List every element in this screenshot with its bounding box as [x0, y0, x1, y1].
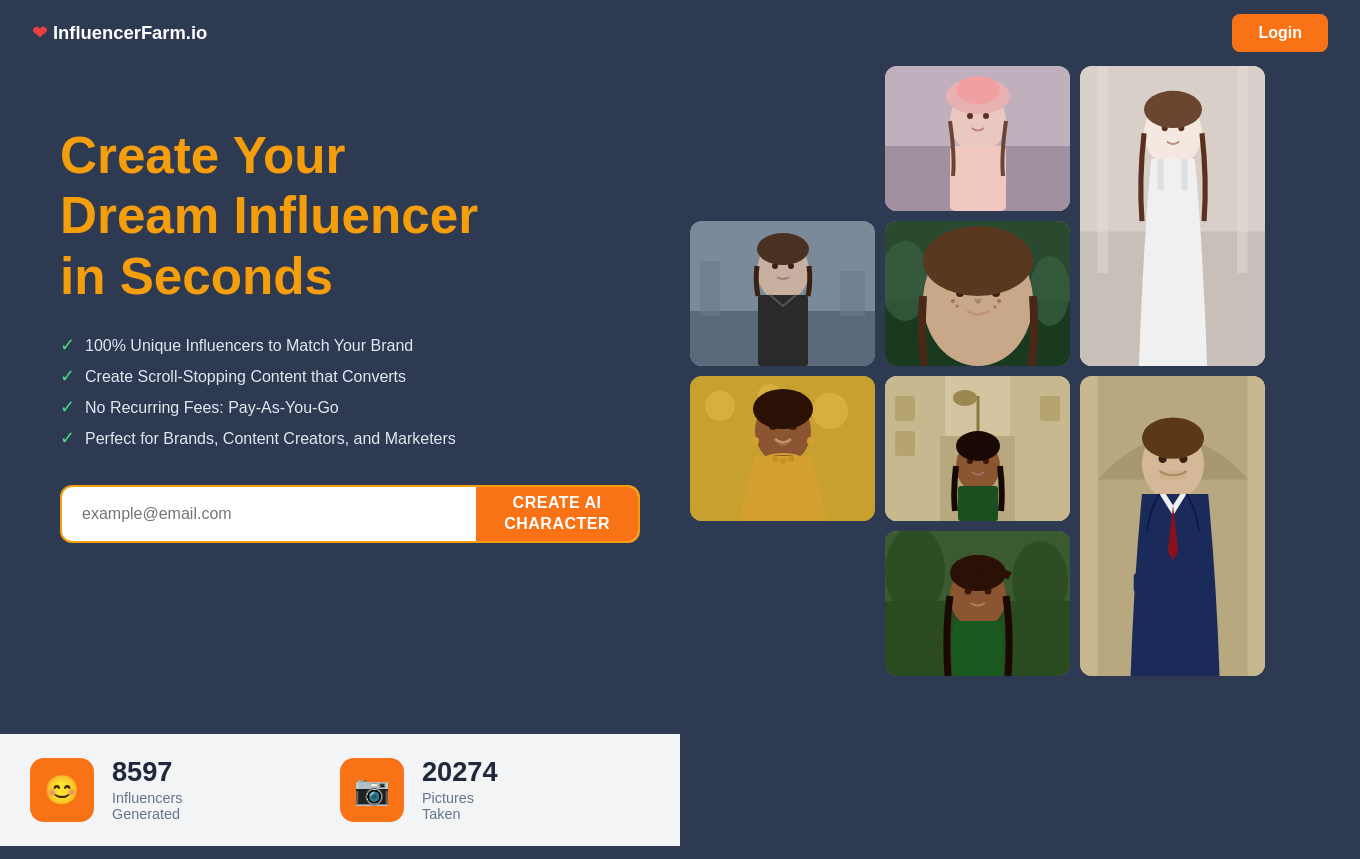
svg-rect-75	[1134, 573, 1150, 594]
svg-point-6	[967, 113, 973, 119]
camera-icon: 📷	[354, 773, 390, 807]
svg-point-5	[956, 76, 1000, 104]
photo-6	[885, 376, 1070, 521]
create-ai-button[interactable]: CREATE AICHARACTER	[476, 487, 638, 541]
stat-influencers-text: 8597 Influencers Generated	[112, 758, 182, 821]
email-form: CREATE AICHARACTER	[60, 485, 640, 543]
brand-logo: ❤ InfluencerFarm.io	[32, 22, 207, 44]
svg-point-37	[994, 306, 997, 309]
feature-text-4: Perfect for Brands, Content Creators, an…	[85, 430, 456, 448]
pictures-label: Pictures Taken	[422, 790, 498, 822]
pictures-icon-wrap: 📷	[340, 758, 404, 822]
svg-rect-61	[895, 431, 915, 456]
svg-point-43	[812, 393, 848, 429]
main-content: Create Your Dream Influencer in Seconds …	[0, 66, 1360, 846]
brand-name: InfluencerFarm.io	[53, 22, 207, 44]
smiley-icon: 😊	[44, 773, 80, 807]
photo-7	[1080, 376, 1265, 676]
hero-section: Create Your Dream Influencer in Seconds …	[0, 66, 680, 846]
svg-rect-73	[1160, 471, 1187, 479]
feature-text-3: No Recurring Fees: Pay-As-You-Go	[85, 399, 339, 417]
navbar: ❤ InfluencerFarm.io Login	[0, 0, 1360, 66]
svg-point-51	[753, 389, 813, 429]
svg-point-48	[788, 456, 794, 462]
svg-point-80	[1012, 541, 1068, 621]
stat-card-pictures: 📷 20274 Pictures Taken	[340, 758, 650, 822]
check-icon-1: ✓	[60, 335, 75, 356]
svg-rect-82	[953, 621, 1003, 676]
svg-point-35	[956, 305, 959, 308]
svg-point-67	[956, 431, 1000, 461]
photo-5	[690, 376, 875, 521]
svg-point-26	[1144, 91, 1202, 128]
svg-rect-11	[840, 271, 865, 316]
photo-1	[885, 66, 1070, 211]
svg-point-47	[780, 458, 786, 464]
svg-point-53	[807, 437, 815, 445]
photo-4	[885, 221, 1070, 366]
feature-text-1: 100% Unique Influencers to Match Your Br…	[85, 337, 413, 355]
hero-title: Create Your Dream Influencer in Seconds	[60, 126, 640, 307]
svg-point-7	[983, 113, 989, 119]
photo-3	[1080, 66, 1265, 366]
influencers-icon-wrap: 😊	[30, 758, 94, 822]
svg-point-34	[951, 299, 955, 303]
check-icon-2: ✓	[60, 366, 75, 387]
check-icon-4: ✓	[60, 428, 75, 449]
svg-rect-60	[895, 396, 915, 421]
check-icon-3: ✓	[60, 397, 75, 418]
feature-item: ✓ 100% Unique Influencers to Match Your …	[60, 335, 640, 356]
svg-rect-76	[1196, 573, 1212, 594]
influencers-label: Influencers Generated	[112, 790, 182, 822]
svg-rect-64	[958, 486, 998, 521]
feature-item: ✓ Create Scroll-Stopping Content that Co…	[60, 366, 640, 387]
photo-8	[885, 531, 1070, 676]
heart-icon: ❤	[32, 23, 47, 44]
svg-point-36	[997, 299, 1001, 303]
svg-point-52	[751, 437, 759, 445]
photo-2	[690, 221, 875, 366]
svg-point-38	[977, 299, 980, 302]
svg-rect-10	[700, 261, 720, 316]
stat-pictures-text: 20274 Pictures Taken	[422, 758, 498, 821]
pictures-count: 20274	[422, 758, 498, 785]
feature-item: ✓ Perfect for Brands, Content Creators, …	[60, 428, 640, 449]
svg-rect-56	[1010, 376, 1070, 521]
svg-rect-23	[1181, 159, 1187, 190]
influencers-count: 8597	[112, 758, 182, 785]
svg-point-59	[953, 390, 977, 406]
svg-point-39	[923, 226, 1033, 296]
svg-rect-62	[1040, 396, 1060, 421]
svg-rect-20	[1237, 66, 1247, 273]
features-list: ✓ 100% Unique Influencers to Match Your …	[60, 335, 640, 449]
svg-point-74	[1142, 417, 1204, 458]
login-button[interactable]: Login	[1232, 14, 1328, 52]
email-input[interactable]	[62, 487, 476, 541]
svg-point-16	[757, 233, 809, 265]
svg-rect-19	[1098, 66, 1108, 273]
feature-item: ✓ No Recurring Fees: Pay-As-You-Go	[60, 397, 640, 418]
svg-rect-3	[950, 146, 1006, 211]
feature-text-2: Create Scroll-Stopping Content that Conv…	[85, 368, 406, 386]
stats-bar: 😊 8597 Influencers Generated 📷 20274	[0, 734, 680, 846]
svg-point-41	[705, 391, 735, 421]
svg-point-46	[772, 456, 778, 462]
svg-rect-22	[1158, 159, 1164, 190]
stat-card-influencers: 😊 8597 Influencers Generated	[30, 758, 340, 822]
photo-grid	[680, 66, 1360, 846]
